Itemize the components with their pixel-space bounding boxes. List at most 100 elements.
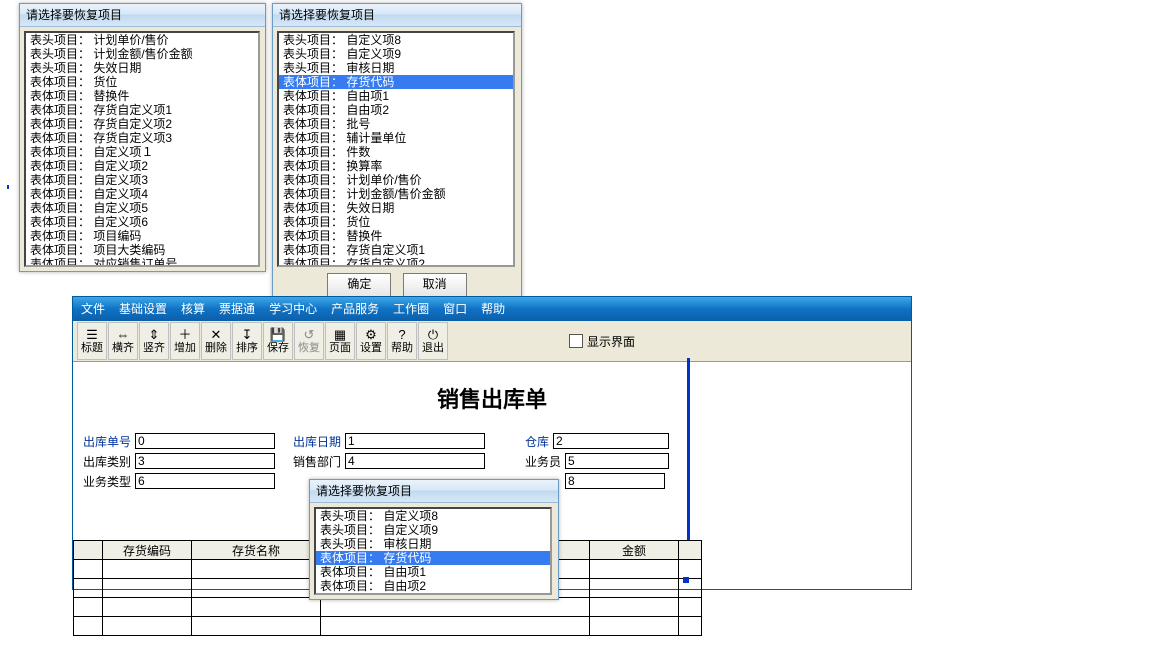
col-invname: 存货名称 — [192, 541, 321, 560]
cancel-button[interactable]: 取消 — [403, 273, 467, 297]
toolbar-删除[interactable]: ✕删除 — [201, 322, 231, 360]
out-no-input[interactable] — [135, 433, 275, 449]
设置-icon: ⚙ — [365, 328, 377, 342]
list-item[interactable]: 表体项目： 自定义项１ — [26, 145, 258, 159]
toolbar-排序[interactable]: ↧排序 — [232, 322, 262, 360]
menu-item[interactable]: 票据通 — [219, 297, 255, 321]
list-item[interactable]: 表体项目： 批号 — [279, 117, 513, 131]
list-item[interactable]: 表体项目： 货位 — [26, 75, 258, 89]
toolbar-标题[interactable]: ☰标题 — [77, 322, 107, 360]
restore-listbox-1[interactable]: 表头项目： 计划单价/售价表头项目： 计划金额/售价金额表头项目： 失效日期表体… — [24, 31, 260, 267]
field-8-input[interactable] — [565, 473, 665, 489]
col-invcode: 存货编码 — [103, 541, 192, 560]
list-item[interactable]: 表体项目： 存货自定义项1 — [279, 243, 513, 257]
list-item[interactable]: 表体项目： 项目大类编码 — [26, 243, 258, 257]
list-item[interactable]: 表体项目： 换算率 — [279, 159, 513, 173]
menu-item[interactable]: 基础设置 — [119, 297, 167, 321]
warehouse-label: 仓库 — [525, 433, 549, 450]
list-item[interactable]: 表头项目： 失效日期 — [26, 61, 258, 75]
list-item[interactable]: 表体项目： 存货代码 — [279, 75, 513, 89]
menu-item[interactable]: 学习中心 — [269, 297, 317, 321]
menu-item[interactable]: 帮助 — [481, 297, 505, 321]
menubar: 文件基础设置核算票据通学习中心产品服务工作圈窗口帮助 — [73, 297, 911, 321]
dialog-title: 请选择要恢复项目 — [273, 4, 521, 27]
toolbar-退出[interactable]: ⏻退出 — [418, 322, 448, 360]
document-title: 销售出库单 — [83, 382, 901, 414]
list-item[interactable]: 表体项目： 自定义项3 — [26, 173, 258, 187]
list-item[interactable]: 表头项目： 审核日期 — [279, 61, 513, 75]
list-item[interactable]: 表头项目： 计划单价/售价 — [26, 33, 258, 47]
list-item[interactable]: 表体项目： 存货自定义项1 — [26, 103, 258, 117]
list-item[interactable]: 表体项目： 辅计量单位 — [279, 131, 513, 145]
list-item[interactable]: 表体项目： 替换件 — [26, 89, 258, 103]
col-amount: 金额 — [590, 541, 679, 560]
toolbar-恢复[interactable]: ↺恢复 — [294, 322, 324, 360]
list-item[interactable]: 表体项目： 存货自定义项2 — [26, 117, 258, 131]
menu-item[interactable]: 核算 — [181, 297, 205, 321]
toolbar-帮助[interactable]: ?帮助 — [387, 322, 417, 360]
list-item[interactable]: 表体项目： 自由项2 — [279, 103, 513, 117]
list-item[interactable]: 表体项目： 自定义项2 — [26, 159, 258, 173]
restore-dialog-1: 请选择要恢复项目 表头项目： 计划单价/售价表头项目： 计划金额/售价金额表头项… — [19, 3, 266, 272]
list-item[interactable]: 表体项目： 存货代码 — [316, 551, 550, 565]
排序-icon: ↧ — [242, 328, 253, 342]
list-item[interactable]: 表体项目： 自由项1 — [316, 565, 550, 579]
list-item[interactable]: 表体项目： 计划金额/售价金额 — [279, 187, 513, 201]
toolbar-保存[interactable]: 💾保存 — [263, 322, 293, 360]
biztype-input[interactable] — [135, 473, 275, 489]
show-ui-checkbox[interactable]: 显示界面 — [569, 333, 635, 350]
warehouse-input[interactable] — [553, 433, 669, 449]
list-item[interactable]: 表体项目： 自定义项5 — [26, 201, 258, 215]
biztype-label: 业务类型 — [83, 473, 131, 490]
list-item[interactable]: 表体项目： 货位 — [279, 215, 513, 229]
list-item[interactable]: 表体项目： 计划单价/售价 — [279, 173, 513, 187]
list-item[interactable]: 表体项目： 件数 — [279, 145, 513, 159]
out-date-input[interactable] — [345, 433, 485, 449]
list-item[interactable]: 表体项目： 自定义项6 — [26, 215, 258, 229]
sales-input[interactable] — [565, 453, 669, 469]
list-item[interactable]: 表头项目： 审核日期 — [316, 537, 550, 551]
restore-dialog-3: 请选择要恢复项目 表头项目： 自定义项8表头项目： 自定义项9表头项目： 审核日… — [309, 479, 559, 600]
toolbar-设置[interactable]: ⚙设置 — [356, 322, 386, 360]
list-item[interactable]: 表头项目： 计划金额/售价金额 — [26, 47, 258, 61]
list-item[interactable]: 表体项目： 对应销售订单号 — [26, 257, 258, 267]
list-item[interactable]: 表体项目： 自定义项4 — [26, 187, 258, 201]
toolbar-横齐[interactable]: ⇔横齐 — [108, 322, 138, 360]
dialog-title: 请选择要恢复项目 — [310, 480, 558, 503]
restore-listbox-3[interactable]: 表头项目： 自定义项8表头项目： 自定义项9表头项目： 审核日期表体项目： 存货… — [314, 507, 552, 595]
横齐-icon: ⇔ — [117, 328, 130, 342]
out-type-label: 出库类别 — [83, 453, 131, 470]
toolbar: ☰标题⇔横齐⇕竖齐＋增加✕删除↧排序💾保存↺恢复▦页面⚙设置?帮助⏻退出 显示界… — [73, 321, 911, 362]
dialog-title: 请选择要恢复项目 — [20, 4, 265, 27]
list-item[interactable]: 表体项目： 自由项2 — [316, 579, 550, 593]
list-item[interactable]: 表体项目： 自由项1 — [279, 89, 513, 103]
list-item[interactable]: 表体项目： 存货自定义项3 — [26, 131, 258, 145]
页面-icon: ▦ — [334, 328, 346, 342]
恢复-icon: ↺ — [304, 328, 315, 342]
list-item[interactable]: 表头项目： 自定义项8 — [316, 509, 550, 523]
toolbar-页面[interactable]: ▦页面 — [325, 322, 355, 360]
list-item[interactable]: 表头项目： 自定义项9 — [279, 47, 513, 61]
toolbar-增加[interactable]: ＋增加 — [170, 322, 200, 360]
帮助-icon: ? — [398, 328, 405, 342]
ok-button[interactable]: 确定 — [327, 273, 391, 297]
menu-item[interactable]: 工作圈 — [393, 297, 429, 321]
list-item[interactable]: 表体项目： 替换件 — [279, 229, 513, 243]
out-type-input[interactable] — [135, 453, 275, 469]
toolbar-竖齐[interactable]: ⇕竖齐 — [139, 322, 169, 360]
app-window: 文件基础设置核算票据通学习中心产品服务工作圈窗口帮助 ☰标题⇔横齐⇕竖齐＋增加✕… — [72, 296, 912, 590]
list-item[interactable]: 表体项目： 项目编码 — [26, 229, 258, 243]
menu-item[interactable]: 产品服务 — [331, 297, 379, 321]
restore-dialog-2: 请选择要恢复项目 表头项目： 自定义项8表头项目： 自定义项9表头项目： 审核日… — [272, 3, 522, 302]
list-item[interactable]: 表头项目： 自定义项8 — [279, 33, 513, 47]
menu-item[interactable]: 文件 — [81, 297, 105, 321]
list-item[interactable]: 表体项目： 失效日期 — [279, 201, 513, 215]
restore-listbox-2[interactable]: 表头项目： 自定义项8表头项目： 自定义项9表头项目： 审核日期表体项目： 存货… — [277, 31, 515, 267]
menu-item[interactable]: 窗口 — [443, 297, 467, 321]
list-item[interactable]: 表头项目： 自定义项9 — [316, 523, 550, 537]
dept-input[interactable] — [345, 453, 485, 469]
out-no-label: 出库单号 — [83, 433, 131, 450]
删除-icon: ✕ — [211, 328, 222, 342]
list-item[interactable]: 表体项目： 存货自定义项2 — [279, 257, 513, 267]
竖齐-icon: ⇕ — [149, 328, 160, 342]
